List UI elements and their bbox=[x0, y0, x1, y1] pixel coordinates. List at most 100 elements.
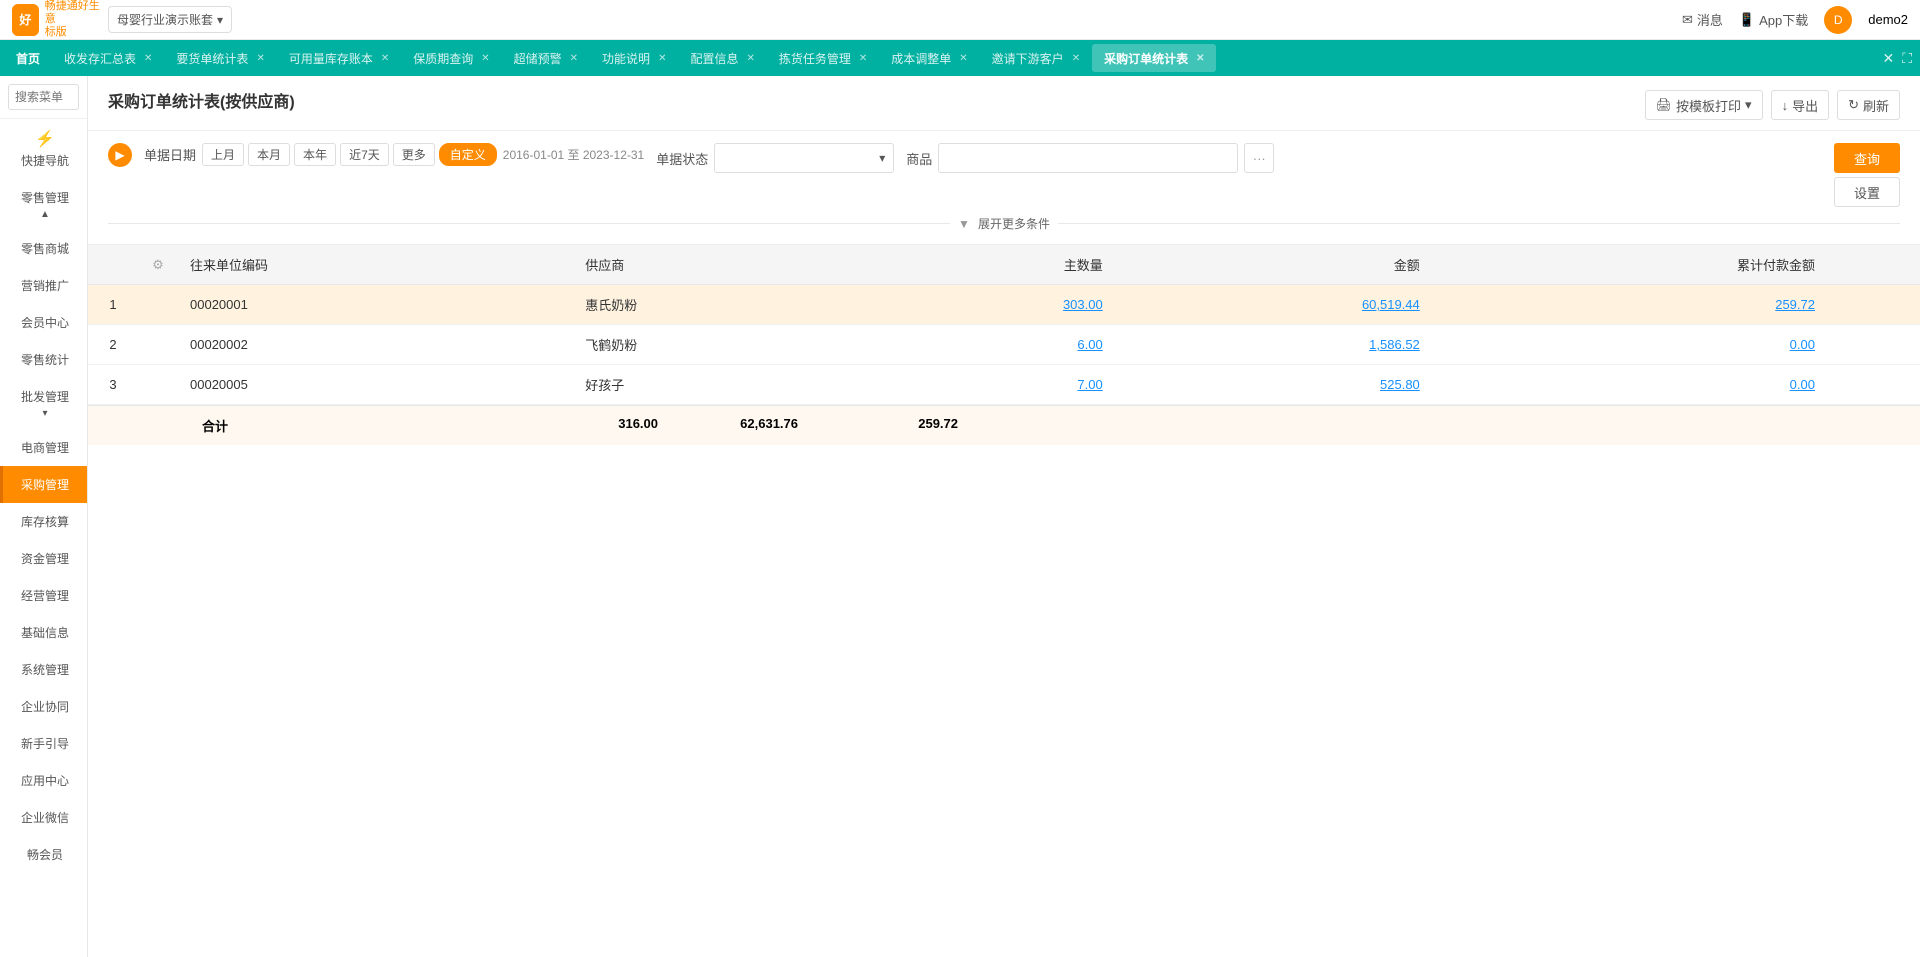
tab-gongneng[interactable]: 功能说明 ✕ bbox=[590, 44, 678, 72]
template-print-button[interactable]: 🖨 按模板打印 ▾ bbox=[1645, 90, 1763, 120]
print-icon: 🖨 bbox=[1656, 97, 1673, 113]
close-tab-caigou[interactable]: ✕ bbox=[1196, 53, 1204, 64]
this-year-button[interactable]: 本年 bbox=[294, 143, 336, 166]
sidebar-item-retail-stats[interactable]: 零售统计 bbox=[0, 341, 87, 378]
footer-label-cell: 合计 bbox=[190, 416, 350, 435]
col-supplier-name-header: 供应商 bbox=[573, 245, 867, 285]
export-icon: ↓ bbox=[1782, 98, 1789, 113]
refresh-button[interactable]: ↻ 刷新 bbox=[1837, 90, 1900, 120]
row-amount-0[interactable]: 60,519.44 bbox=[1115, 285, 1432, 325]
col-paid-header: 累计付款金额 bbox=[1432, 245, 1827, 285]
sidebar-item-operations[interactable]: 经营管理 bbox=[0, 577, 87, 614]
row-qty-2[interactable]: 7.00 bbox=[868, 365, 1115, 405]
export-button[interactable]: ↓ 导出 bbox=[1771, 90, 1830, 120]
close-tab-yaoqing[interactable]: ✕ bbox=[1072, 53, 1080, 64]
sidebar-item-enterprise[interactable]: 企业协同 bbox=[0, 688, 87, 725]
close-tab-chaochuyujing[interactable]: ✕ bbox=[570, 53, 578, 64]
close-all-tabs-icon[interactable]: ✕ bbox=[1882, 50, 1894, 67]
row-qty-1[interactable]: 6.00 bbox=[868, 325, 1115, 365]
close-tab-chengben[interactable]: ✕ bbox=[959, 53, 967, 64]
main-layout: ⚡ 快捷导航 零售管理 ▲ 零售商城 营销推广 会员中心 零售统计 批发管理 ▾… bbox=[0, 76, 1920, 957]
tab-yaoqing[interactable]: 邀请下游客户 ✕ bbox=[980, 44, 1092, 72]
footer-supplier-spacer bbox=[350, 416, 550, 435]
row-code-2: 00020005 bbox=[178, 365, 573, 405]
sidebar-item-quick-nav[interactable]: ⚡ 快捷导航 bbox=[0, 119, 87, 179]
this-month-button[interactable]: 本月 bbox=[248, 143, 290, 166]
row-paid-2[interactable]: 0.00 bbox=[1432, 365, 1827, 405]
app-download-button[interactable]: 📱 App下载 bbox=[1739, 10, 1808, 29]
sidebar-item-vip[interactable]: 畅会员 bbox=[0, 836, 87, 873]
table-row: 2 00020002 飞鹤奶粉 6.00 1,586.52 0.00 bbox=[88, 325, 1920, 365]
sidebar-item-basic[interactable]: 基础信息 bbox=[0, 614, 87, 651]
column-settings-icon[interactable]: ⚙ bbox=[152, 257, 164, 272]
status-select[interactable]: ▾ bbox=[714, 143, 894, 173]
page-header: 采购订单统计表(按供应商) 🖨 按模板打印 ▾ ↓ 导出 ↻ 刷新 bbox=[88, 76, 1920, 131]
sidebar-item-wechat[interactable]: 企业微信 bbox=[0, 799, 87, 836]
close-tab-baoshanqi[interactable]: ✕ bbox=[481, 53, 489, 64]
top-bar: 好 畅捷通好生意 标版 母婴行业演示账套 ▾ ✉ 消息 📱 App下载 D de… bbox=[0, 0, 1920, 40]
settings-button[interactable]: 设置 bbox=[1834, 177, 1900, 207]
sidebar-item-ecommerce[interactable]: 电商管理 bbox=[0, 429, 87, 466]
search-button[interactable]: 查询 bbox=[1834, 143, 1900, 173]
tab-home[interactable]: 首页 bbox=[4, 44, 52, 72]
goods-filter-field: 商品 ··· bbox=[906, 143, 1274, 173]
tab-yaohuo[interactable]: 要货单统计表 ✕ bbox=[164, 44, 276, 72]
sidebar-item-newbie[interactable]: 新手引导 bbox=[0, 725, 87, 762]
filter-toggle-button[interactable]: ▶ bbox=[108, 143, 132, 167]
row-amount-2[interactable]: 525.80 bbox=[1115, 365, 1432, 405]
top-bar-right: ✉ 消息 📱 App下载 D demo2 bbox=[1682, 6, 1908, 34]
goods-more-button[interactable]: ··· bbox=[1244, 143, 1274, 173]
row-check-0 bbox=[138, 285, 178, 325]
sidebar-item-marketing[interactable]: 营销推广 bbox=[0, 267, 87, 304]
close-tab-pinhuo[interactable]: ✕ bbox=[859, 53, 867, 64]
goods-select[interactable] bbox=[938, 143, 1238, 173]
close-tab-yaohuo[interactable]: ✕ bbox=[256, 53, 264, 64]
close-tab-shoufahuihui[interactable]: ✕ bbox=[144, 53, 152, 64]
message-button[interactable]: ✉ 消息 bbox=[1682, 10, 1723, 29]
tab-chaochuyujing[interactable]: 超储预警 ✕ bbox=[502, 44, 590, 72]
workspace-selector[interactable]: 母婴行业演示账套 ▾ bbox=[108, 6, 232, 33]
data-table: ⚙ 往来单位编码 供应商 主数量 金额 累计付款金额 1 00020001 惠氏… bbox=[88, 245, 1920, 405]
close-tab-gongneng[interactable]: ✕ bbox=[658, 53, 666, 64]
app-download-label: App下载 bbox=[1759, 10, 1808, 29]
close-tab-keyongliang[interactable]: ✕ bbox=[381, 53, 389, 64]
header-actions: 🖨 按模板打印 ▾ ↓ 导出 ↻ 刷新 bbox=[1645, 90, 1901, 120]
sidebar-item-stock[interactable]: 库存核算 bbox=[0, 503, 87, 540]
col-settings-header[interactable]: ⚙ bbox=[138, 245, 178, 285]
content-area: 采购订单统计表(按供应商) 🖨 按模板打印 ▾ ↓ 导出 ↻ 刷新 bbox=[88, 76, 1920, 957]
row-amount-1[interactable]: 1,586.52 bbox=[1115, 325, 1432, 365]
row-paid-1[interactable]: 0.00 bbox=[1432, 325, 1827, 365]
tab-peizhi[interactable]: 配置信息 ✕ bbox=[678, 44, 766, 72]
sidebar-item-member[interactable]: 会员中心 bbox=[0, 304, 87, 341]
avatar[interactable]: D bbox=[1824, 6, 1852, 34]
sidebar-item-wholesale[interactable]: 批发管理 ▾ bbox=[0, 378, 87, 429]
sidebar-item-finance[interactable]: 资金管理 bbox=[0, 540, 87, 577]
close-tab-peizhi[interactable]: ✕ bbox=[746, 53, 754, 64]
expand-conditions-row[interactable]: ▼ 展开更多条件 bbox=[108, 215, 1900, 232]
table-row: 1 00020001 惠氏奶粉 303.00 60,519.44 259.72 bbox=[88, 285, 1920, 325]
tab-shoufahuihui[interactable]: 收发存汇总表 ✕ bbox=[52, 44, 164, 72]
custom-date-button[interactable]: 自定义 bbox=[439, 143, 497, 166]
sidebar-item-retail-shop[interactable]: 零售商城 bbox=[0, 230, 87, 267]
sidebar-search-input[interactable] bbox=[8, 84, 79, 110]
last-7days-button[interactable]: 近7天 bbox=[340, 143, 389, 166]
row-code-0: 00020001 bbox=[178, 285, 573, 325]
sidebar-item-retail[interactable]: 零售管理 ▲ bbox=[0, 179, 87, 230]
tab-baoshanqi[interactable]: 保质期查询 ✕ bbox=[401, 44, 501, 72]
row-supplier-1: 飞鹤奶粉 bbox=[573, 325, 867, 365]
more-date-button[interactable]: 更多 bbox=[393, 143, 435, 166]
last-month-button[interactable]: 上月 bbox=[202, 143, 244, 166]
maximize-icon[interactable]: ⛶ bbox=[1902, 50, 1912, 67]
tab-pinhuo[interactable]: 拣货任务管理 ✕ bbox=[767, 44, 879, 72]
tab-caigou[interactable]: 采购订单统计表 ✕ bbox=[1092, 44, 1216, 72]
row-paid-0[interactable]: 259.72 bbox=[1432, 285, 1827, 325]
sidebar-item-system[interactable]: 系统管理 bbox=[0, 651, 87, 688]
workspace-name: 母婴行业演示账套 bbox=[117, 11, 213, 28]
tab-chengben[interactable]: 成本调整单 ✕ bbox=[879, 44, 979, 72]
sidebar-item-app-center[interactable]: 应用中心 bbox=[0, 762, 87, 799]
sidebar-item-purchase[interactable]: 采购管理 bbox=[0, 466, 87, 503]
row-extra-0 bbox=[1827, 285, 1920, 325]
tab-keyongliang[interactable]: 可用量库存账本 ✕ bbox=[277, 44, 401, 72]
date-filter-label: 单据日期 bbox=[144, 145, 196, 164]
row-qty-0[interactable]: 303.00 bbox=[868, 285, 1115, 325]
